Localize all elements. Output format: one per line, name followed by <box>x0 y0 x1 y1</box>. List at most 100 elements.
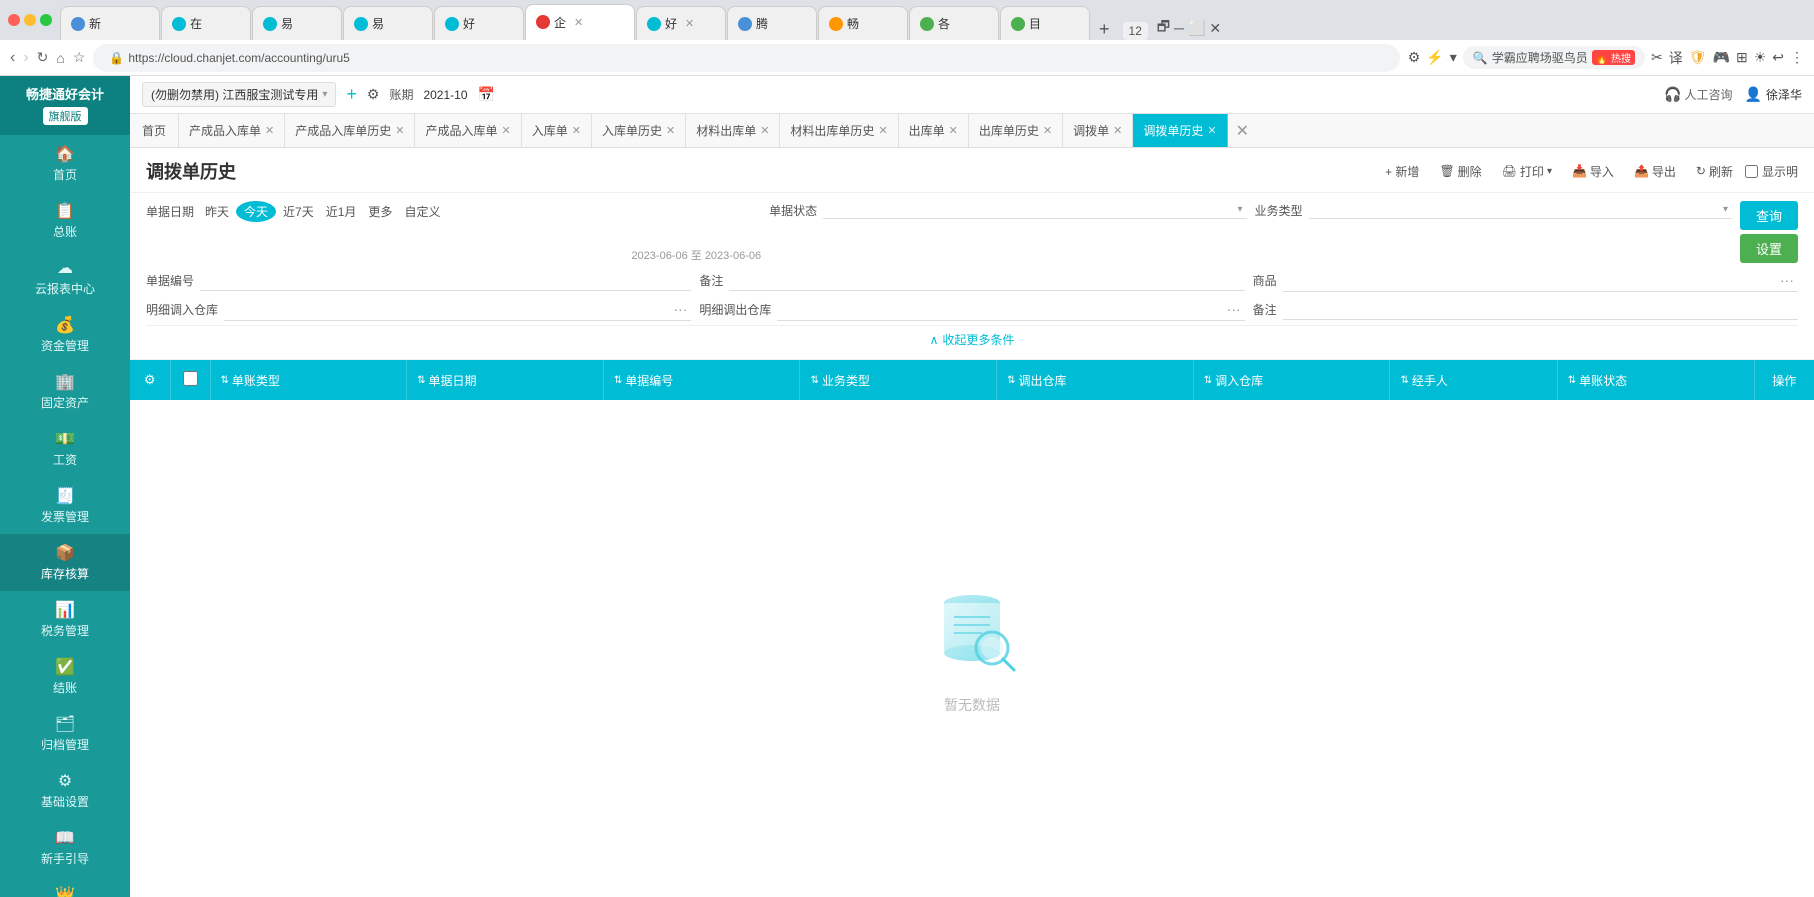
from-warehouse-input[interactable]: ··· <box>224 298 691 321</box>
tab-in-order-history[interactable]: 入库单历史 ✕ <box>592 114 686 148</box>
browser-tab-4[interactable]: 易 <box>343 6 433 40</box>
date-more-btn[interactable]: 更多 <box>363 201 397 222</box>
add-company-btn[interactable]: + <box>346 84 357 105</box>
th-gear[interactable]: ⚙ <box>130 360 170 400</box>
collapse-btn[interactable]: ∧ 收起更多条件 <box>918 328 1027 351</box>
browser-tab-1[interactable]: 新 <box>60 6 160 40</box>
calendar-icon[interactable]: 📅 <box>478 86 495 103</box>
tab-active-close[interactable]: ✕ <box>574 16 583 29</box>
tab-out-order[interactable]: 出库单 ✕ <box>899 114 969 148</box>
browser-tab-11[interactable]: 目 <box>1000 6 1090 40</box>
window-minimize-btn[interactable]: ─ <box>1174 16 1184 40</box>
docno-input[interactable] <box>200 270 691 291</box>
sidebar-item-report[interactable]: ☁ 云报表中心 <box>0 249 130 306</box>
sidebar-item-inventory[interactable]: 📦 库存核算 <box>0 534 130 591</box>
th-check[interactable] <box>170 360 210 400</box>
remark-input[interactable] <box>729 270 1244 291</box>
window-restore-btn[interactable]: 🗗 <box>1157 16 1170 40</box>
tab-product-in[interactable]: 产成品入库单 ✕ <box>179 114 285 148</box>
biztype-select[interactable]: ▾ <box>1309 201 1732 219</box>
status-select[interactable]: ▾ <box>823 201 1246 219</box>
back-btn[interactable]: ‹ <box>10 49 15 67</box>
th-doc-no[interactable]: ⇅ 单据编号 <box>603 360 800 400</box>
user-info[interactable]: 👤 徐泽华 <box>1745 86 1802 103</box>
tab-in-order-history-close[interactable]: ✕ <box>666 124 675 137</box>
sidebar-item-member[interactable]: 👑 畅会员 <box>0 876 130 897</box>
sidebar-logo[interactable]: 畅捷通好会计 旗舰版 <box>0 76 130 135</box>
tab-product-in-close[interactable]: ✕ <box>265 124 274 137</box>
date-1month-btn[interactable]: 近1月 <box>321 201 362 222</box>
show-all-checkbox[interactable] <box>1745 165 1758 178</box>
dropdown-icon[interactable]: ▾ <box>1450 49 1457 66</box>
menu-icon[interactable]: ⋮ <box>1790 49 1804 66</box>
new-record-btn[interactable]: + 新增 <box>1377 159 1427 184</box>
home-btn[interactable]: ⌂ <box>56 50 64 66</box>
browser-tab-5[interactable]: 好 <box>434 6 524 40</box>
tab-material-out[interactable]: 材料出库单 ✕ <box>686 114 780 148</box>
bookmark-btn[interactable]: ☆ <box>73 49 86 66</box>
tab-product-in2[interactable]: 产成品入库单 ✕ <box>415 114 521 148</box>
print-btn[interactable]: 🖨 打印 ▾ <box>1494 159 1560 184</box>
sidebar-item-home[interactable]: 🏠 首页 <box>0 135 130 192</box>
tab-product-in-history-close[interactable]: ✕ <box>395 124 404 137</box>
window-close-btn[interactable]: ✕ <box>1209 16 1221 40</box>
th-doc-status[interactable]: ⇅ 单账状态 <box>1557 360 1754 400</box>
sidebar-item-invoice[interactable]: 🧾 发票管理 <box>0 477 130 534</box>
tab-out-order-history-close[interactable]: ✕ <box>1043 124 1052 137</box>
close-all-tabs-btn[interactable]: ✕ <box>1228 121 1257 141</box>
th-out-warehouse[interactable]: ⇅ 调出仓库 <box>997 360 1194 400</box>
search-bar-hint[interactable]: 🔍 学霸应聘场驱鸟员 🔥 热搜 <box>1463 46 1645 69</box>
tab-transfer-history-close[interactable]: ✕ <box>1207 124 1216 137</box>
tab-transfer-history[interactable]: 调拨单历史 ✕ <box>1133 114 1227 148</box>
sidebar-item-asset[interactable]: 🏢 固定资产 <box>0 363 130 420</box>
th-in-warehouse[interactable]: ⇅ 调入仓库 <box>1193 360 1390 400</box>
sidebar-item-archive[interactable]: 🗂 归档管理 <box>0 705 130 762</box>
tab-transfer[interactable]: 调拨单 ✕ <box>1063 114 1133 148</box>
export-btn[interactable]: 📤 导出 <box>1626 159 1684 184</box>
browser-tab-10[interactable]: 各 <box>909 6 999 40</box>
th-doc-date[interactable]: ⇅ 单据日期 <box>407 360 604 400</box>
sidebar-item-ledger[interactable]: 📋 总账 <box>0 192 130 249</box>
tab-material-out-history-close[interactable]: ✕ <box>878 124 887 137</box>
th-biz-type[interactable]: ⇅ 业务类型 <box>800 360 997 400</box>
service-btn[interactable]: 🎧 人工咨询 <box>1664 86 1732 103</box>
browser-tab-7[interactable]: 好 ✕ <box>636 6 726 40</box>
import-btn[interactable]: 📥 导入 <box>1564 159 1622 184</box>
forward-btn[interactable]: › <box>23 49 28 67</box>
sidebar-item-fund[interactable]: 💰 资金管理 <box>0 306 130 363</box>
to-warehouse-input[interactable]: ··· <box>777 298 1244 321</box>
goods-input[interactable]: ··· <box>1283 269 1798 292</box>
url-bar[interactable]: 🔒 https://cloud.chanjet.com/accounting/u… <box>93 44 1399 72</box>
tab-in-order[interactable]: 入库单 ✕ <box>522 114 592 148</box>
query-btn[interactable]: 查询 <box>1740 201 1798 230</box>
browser-tab-3[interactable]: 易 <box>252 6 342 40</box>
company-selector[interactable]: (勿删勿禁用) 江西服宝测试专用 ▾ <box>142 82 336 107</box>
tab-home[interactable]: 首页 <box>130 114 179 148</box>
date-custom-btn[interactable]: 自定义 <box>399 201 445 222</box>
settings-gear-btn[interactable]: ⚙ <box>367 86 380 103</box>
delete-btn[interactable]: 🗑 删除 <box>1431 159 1489 184</box>
sidebar-item-basic[interactable]: ⚙ 基础设置 <box>0 762 130 819</box>
tab-product-in-history[interactable]: 产成品入库单历史 ✕ <box>285 114 415 148</box>
note-input[interactable] <box>1283 299 1798 320</box>
settings-btn[interactable]: 设置 <box>1740 234 1798 263</box>
sidebar-item-tax[interactable]: 📊 税务管理 <box>0 591 130 648</box>
window-maximize-btn[interactable]: ⬜ <box>1188 16 1205 40</box>
check-all-input[interactable] <box>183 371 198 386</box>
tab-out-order-history[interactable]: 出库单历史 ✕ <box>969 114 1063 148</box>
tab7-close[interactable]: ✕ <box>685 17 694 30</box>
sidebar-item-salary[interactable]: 💵 工资 <box>0 420 130 477</box>
refresh-btn[interactable]: ↻ 刷新 <box>1688 159 1741 184</box>
sidebar-item-guide[interactable]: 📖 新手引导 <box>0 819 130 876</box>
new-tab-button[interactable]: + <box>1091 19 1118 40</box>
th-doc-type[interactable]: ⇅ 单账类型 <box>210 360 407 400</box>
tab-in-order-close[interactable]: ✕ <box>572 124 581 137</box>
sidebar-item-closing[interactable]: ✅ 结账 <box>0 648 130 705</box>
reload-btn[interactable]: ↻ <box>37 49 49 66</box>
tab-transfer-close[interactable]: ✕ <box>1113 124 1122 137</box>
browser-tab-9[interactable]: 畅 <box>818 6 908 40</box>
browser-tab-active[interactable]: 企 ✕ <box>525 4 635 40</box>
browser-tab-2[interactable]: 在 <box>161 6 251 40</box>
tab-material-out-history[interactable]: 材料出库单历史 ✕ <box>780 114 898 148</box>
date-yesterday-btn[interactable]: 昨天 <box>200 201 234 222</box>
